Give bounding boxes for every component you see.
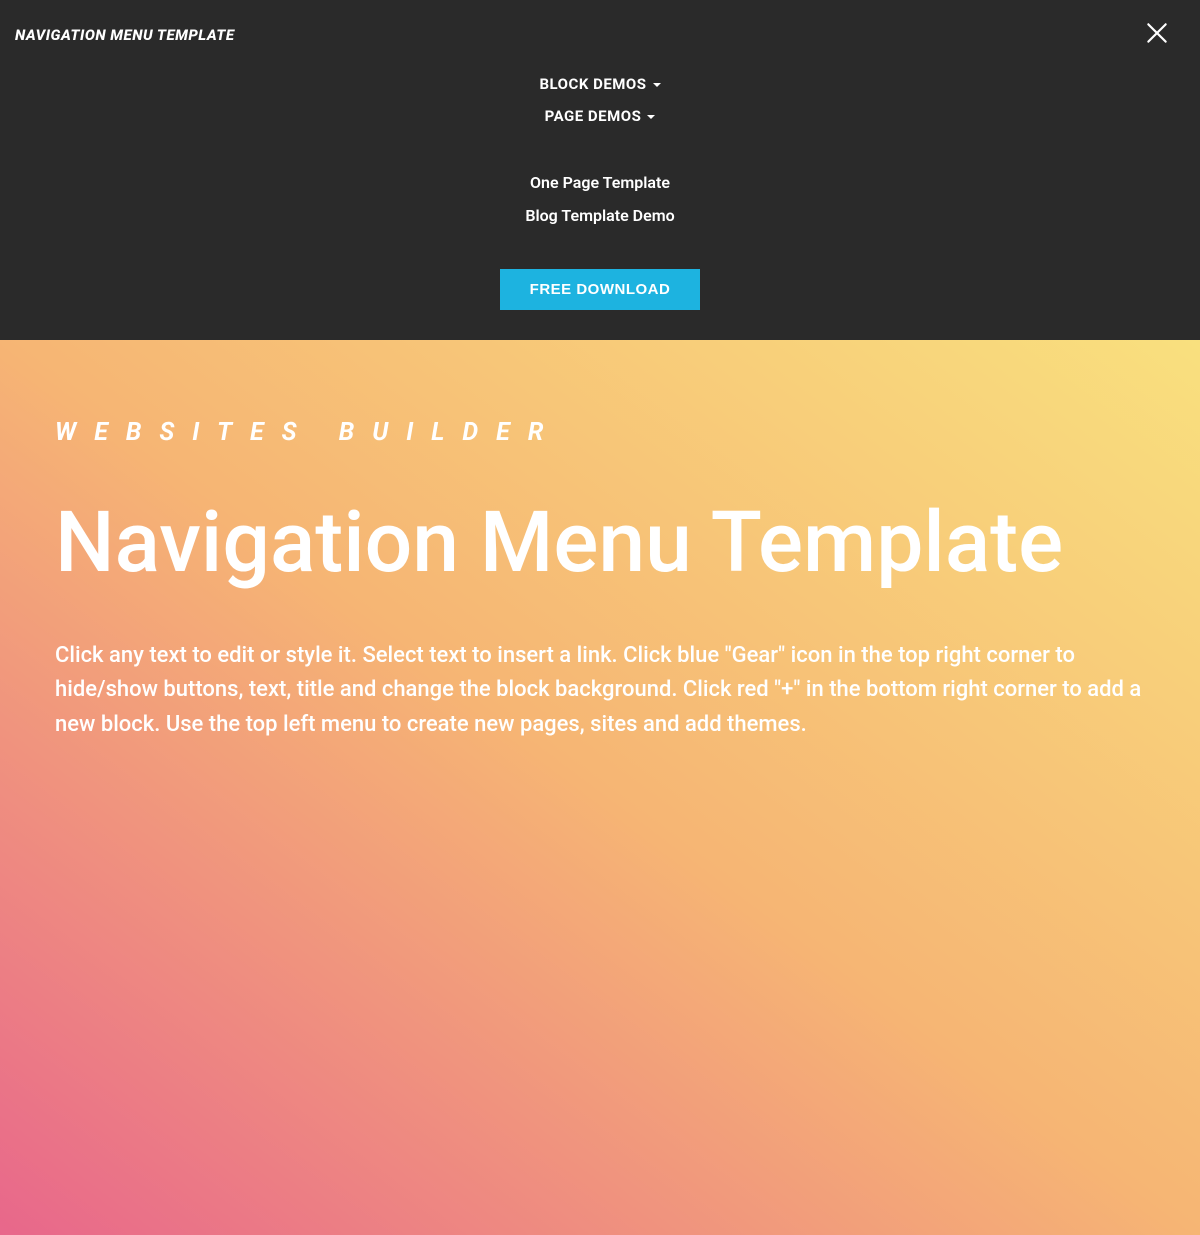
nav-item-label: BLOCK DEMOS — [539, 75, 646, 93]
nav-item-page-demos[interactable]: PAGE DEMOS — [545, 107, 656, 125]
chevron-down-icon — [647, 115, 655, 119]
nav-item-label: PAGE DEMOS — [545, 107, 642, 125]
header: NAVIGATION MENU TEMPLATE BLOCK DEMOS PAG… — [0, 0, 1200, 340]
nav-menu: BLOCK DEMOS PAGE DEMOS One Page Template… — [15, 75, 1185, 310]
hero-title: Navigation Menu Template — [55, 497, 1145, 589]
nav-item-block-demos[interactable]: BLOCK DEMOS — [539, 75, 660, 93]
hero-description: Click any text to edit or style it. Sele… — [55, 639, 1145, 741]
hero-section: WEBSITES BUILDER Navigation Menu Templat… — [0, 340, 1200, 1235]
header-top: NAVIGATION MENU TEMPLATE — [15, 20, 1185, 50]
nav-sub-item-blog[interactable]: Blog Template Demo — [525, 206, 674, 225]
free-download-button[interactable]: FREE DOWNLOAD — [500, 269, 701, 310]
chevron-down-icon — [653, 83, 661, 87]
hero-eyebrow: WEBSITES BUILDER — [55, 418, 1145, 447]
nav-sub-item-one-page[interactable]: One Page Template — [530, 173, 670, 192]
close-icon — [1144, 20, 1170, 46]
logo[interactable]: NAVIGATION MENU TEMPLATE — [15, 26, 235, 44]
close-button[interactable] — [1129, 20, 1185, 50]
